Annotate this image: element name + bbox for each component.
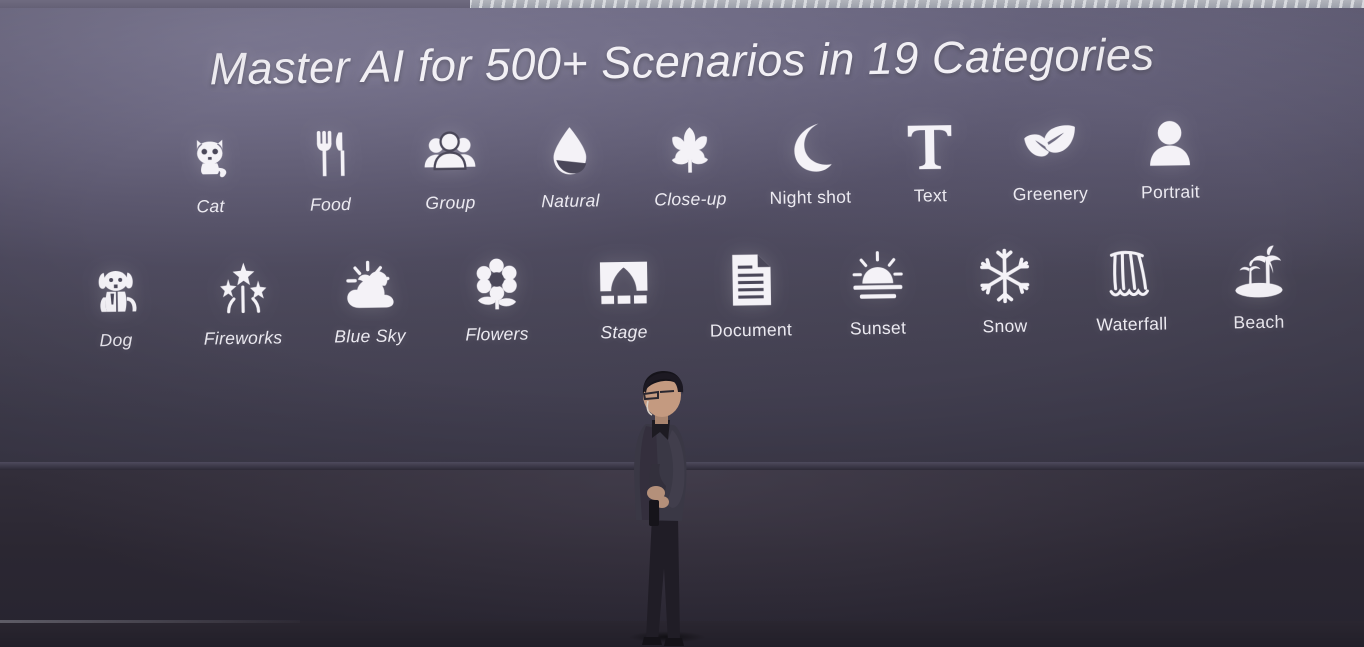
category-label: Natural	[541, 190, 600, 212]
category-label: Portrait	[1140, 181, 1201, 203]
category-label: Text	[913, 185, 948, 206]
palm-island-icon	[1229, 243, 1288, 302]
category-item-snow: Snow	[940, 246, 1068, 338]
category-label: Cat	[196, 195, 225, 217]
category-label: Greenery	[1012, 183, 1089, 205]
fork-knife-icon	[300, 125, 359, 184]
category-label: Beach	[1233, 311, 1285, 333]
snowflake-icon	[975, 247, 1034, 306]
sunset-icon	[848, 249, 907, 308]
category-label: Document	[709, 319, 793, 341]
tulip-icon	[660, 120, 719, 179]
category-label: Snow	[982, 315, 1028, 337]
category-label: Sunset	[849, 317, 907, 339]
category-item-close-up: Close-up	[629, 119, 750, 211]
category-label: Dog	[99, 329, 133, 351]
stage-curtain-icon	[594, 253, 653, 312]
category-label: Close-up	[654, 188, 727, 210]
category-item-beach: Beach	[1194, 242, 1322, 334]
document-page-icon	[721, 251, 780, 310]
category-label: Waterfall	[1096, 313, 1168, 335]
category-item-stage: Stage	[559, 252, 687, 344]
group-people-icon	[420, 123, 479, 182]
category-item-sunset: Sunset	[813, 248, 941, 340]
fireworks-stars-icon	[213, 259, 272, 318]
leaves-icon	[1020, 114, 1079, 173]
crescent-moon-icon	[780, 118, 839, 177]
category-item-waterfall: Waterfall	[1067, 244, 1195, 336]
dog-icon	[86, 261, 145, 320]
waterfall-icon	[1102, 245, 1161, 304]
category-label: Stage	[600, 321, 648, 343]
cat-icon	[180, 127, 239, 186]
category-item-night-shot: Night shot	[749, 117, 870, 209]
stage-edge-highlight	[0, 620, 300, 623]
category-label: Food	[309, 194, 352, 215]
category-item-food: Food	[269, 124, 390, 216]
category-item-flowers: Flowers	[432, 254, 560, 346]
category-label: Blue Sky	[334, 325, 406, 347]
letter-t-icon	[900, 116, 959, 175]
category-item-dog: Dog	[51, 260, 179, 352]
category-label: Night shot	[769, 186, 852, 208]
sun-cloud-icon	[340, 257, 399, 316]
presenter-silhouette	[608, 368, 718, 647]
category-item-cat: Cat	[149, 126, 270, 218]
page-title: Master AI for 500+ Scenarios in 19 Categ…	[209, 28, 1155, 95]
daisy-flower-icon	[467, 255, 526, 314]
category-item-group: Group	[389, 123, 510, 215]
category-label: Flowers	[465, 323, 529, 345]
category-item-portrait: Portrait	[1109, 112, 1230, 204]
category-item-greenery: Greenery	[989, 114, 1110, 206]
category-item-text: Text	[869, 116, 990, 208]
person-portrait-icon	[1140, 112, 1199, 171]
category-item-natural: Natural	[509, 121, 630, 213]
water-drop-icon	[540, 121, 599, 180]
category-label: Group	[425, 192, 476, 213]
category-item-blue-sky: Blue Sky	[305, 256, 433, 348]
presentation-photo: Master AI for 500+ Scenarios in 19 Categ…	[0, 0, 1364, 647]
category-label: Fireworks	[203, 327, 283, 349]
category-item-document: Document	[686, 250, 814, 342]
category-row-2: Dog Fireworks Blue Sky Flowers Stage Document…	[51, 242, 1322, 352]
category-item-fireworks: Fireworks	[178, 258, 306, 350]
category-row-1: Cat Food Group Natural Close-up Night shot Tex…	[149, 112, 1230, 218]
